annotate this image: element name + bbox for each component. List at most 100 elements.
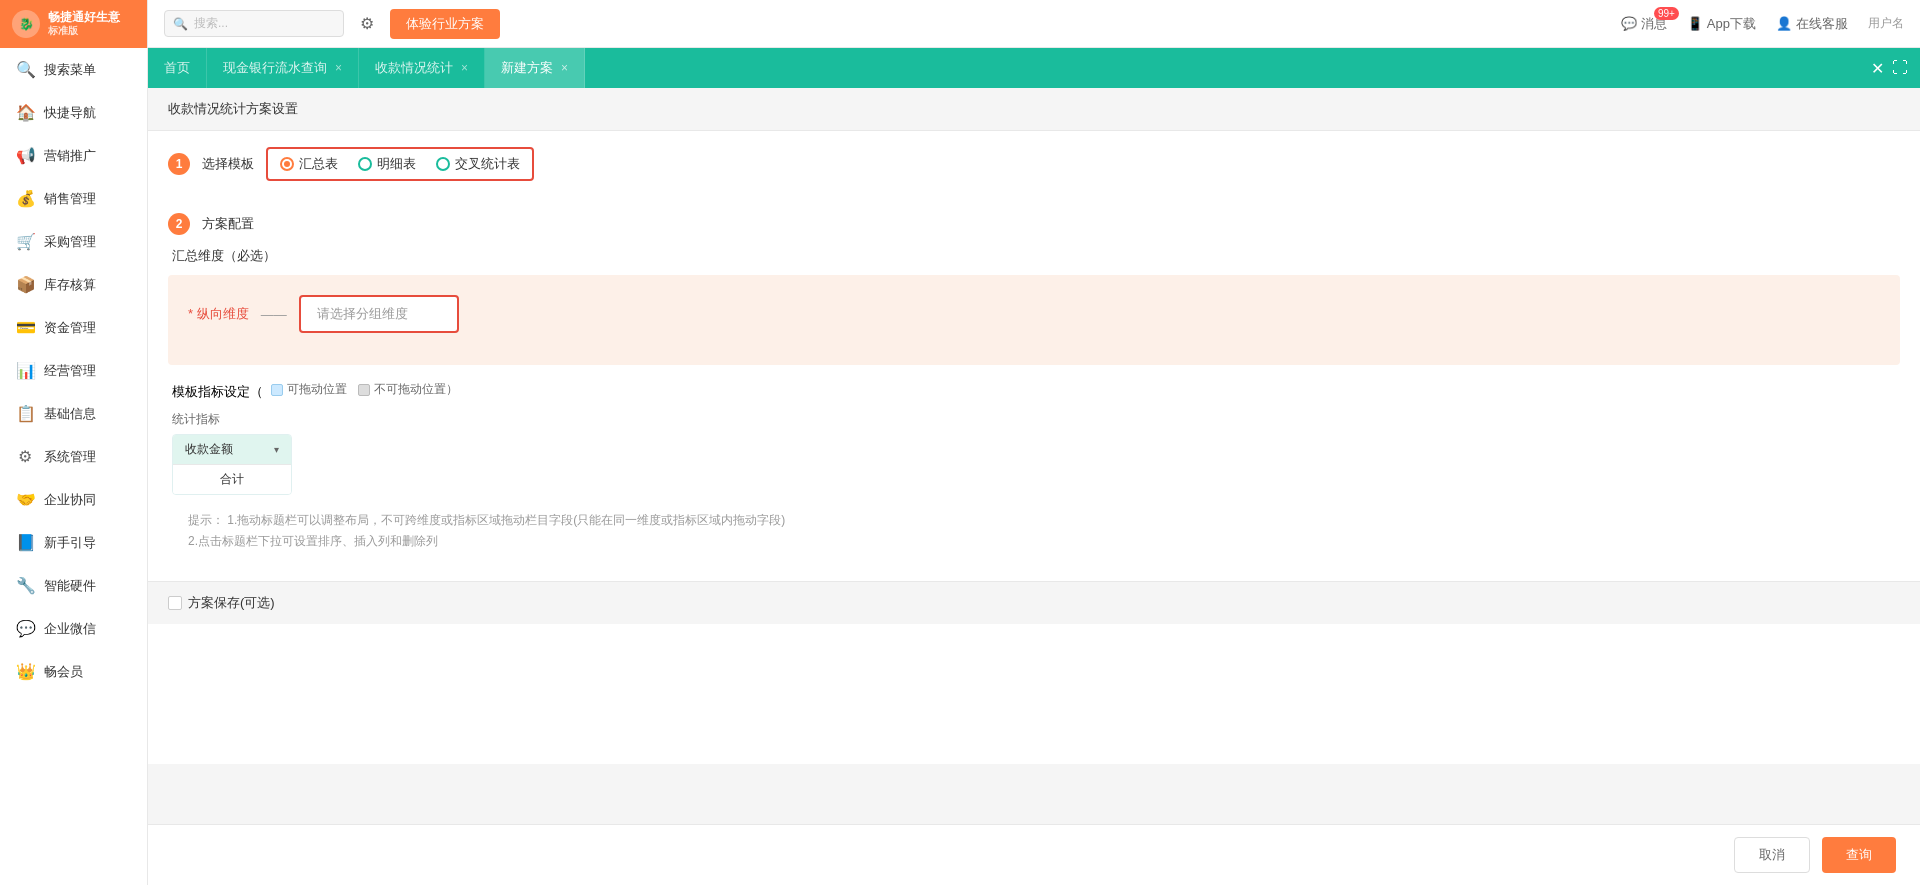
service-label: 在线客服 [1796,15,1848,33]
tab-stats[interactable]: 收款情况统计 × [359,48,485,88]
message-badge[interactable]: 💬 消息 99+ [1621,15,1667,33]
sidebar-label-system: 系统管理 [44,448,96,466]
sidebar-label-collab: 企业协同 [44,491,96,509]
checkbox-box [168,596,182,610]
tab-new-plan[interactable]: 新建方案 × [485,48,585,88]
service-icon: 👤 [1776,16,1792,31]
radio-cross[interactable]: 交叉统计表 [436,155,520,173]
radio-cross-label: 交叉统计表 [455,155,520,173]
search-input[interactable]: 🔍 搜索... [164,10,344,37]
hardware-icon: 🔧 [16,576,34,595]
sidebar-item-basic[interactable]: 📋 基础信息 [0,392,147,435]
content-area: 收款情况统计方案设置 1 选择模板 汇总表 明细表 [148,88,1920,824]
tab-bank[interactable]: 现金银行流水查询 × [207,48,359,88]
sidebar-item-hardware[interactable]: 🔧 智能硬件 [0,564,147,607]
tab-new-plan-label: 新建方案 [501,59,553,77]
sidebar-label-home: 快捷导航 [44,104,96,122]
metrics-area: 统计指标 收款金额 ▾ 合计 [168,411,1900,498]
tab-expand-icon[interactable]: ⛶ [1892,59,1908,77]
sidebar-item-member[interactable]: 👑 畅会员 [0,650,147,693]
member-icon: 👑 [16,662,34,681]
sidebar-item-inventory[interactable]: 📦 库存核算 [0,263,147,306]
sidebar-label-sales: 销售管理 [44,190,96,208]
search-icon: 🔍 [16,60,34,79]
template-radio-group: 汇总表 明细表 交叉统计表 [266,147,534,181]
dimension-select[interactable]: 请选择分组维度 [299,295,459,333]
sidebar-item-finance[interactable]: 💳 资金管理 [0,306,147,349]
step2-title-row: 2 方案配置 [168,213,1900,235]
home-icon: 🏠 [16,103,34,122]
sidebar-logo: 🐉 畅捷通好生意 标准版 [0,0,147,48]
tab-bank-label: 现金银行流水查询 [223,59,327,77]
non-draggable-indicator [358,384,370,396]
guide-icon: 📘 [16,533,34,552]
sidebar-item-system[interactable]: ⚙ 系统管理 [0,435,147,478]
sidebar-label-basic: 基础信息 [44,405,96,423]
sidebar-item-management[interactable]: 📊 经营管理 [0,349,147,392]
cancel-button[interactable]: 取消 [1734,837,1810,873]
tab-new-plan-close[interactable]: × [561,61,568,75]
settings-icon[interactable]: ⚙ [360,14,374,33]
chevron-down-icon: ▾ [274,444,279,455]
radio-detail-dot [358,157,372,171]
tab-bank-close[interactable]: × [335,61,342,75]
topbar-right: 💬 消息 99+ 📱 App下载 👤 在线客服 用户名 [1621,15,1904,33]
sidebar-item-search[interactable]: 🔍 搜索菜单 [0,48,147,91]
vertical-dim-label: * 纵向维度 [188,305,249,323]
sidebar-label-inventory: 库存核算 [44,276,96,294]
page-header: 收款情况统计方案设置 [148,88,1920,131]
tips-section: 提示： 1.拖动标题栏可以调整布局，不可跨维度或指标区域拖动栏目字段(只能在同一… [168,498,1900,565]
dimension-section-label: 汇总维度（必选） [168,247,1900,265]
action-bar: 取消 查询 [148,824,1920,885]
sidebar-item-wechat[interactable]: 💬 企业微信 [0,607,147,650]
footer-section: 方案保存(可选) [148,581,1920,624]
user-name: 用户名 [1868,15,1904,32]
sidebar-item-collab[interactable]: 🤝 企业协同 [0,478,147,521]
sidebar-item-purchase[interactable]: 🛒 采购管理 [0,220,147,263]
sidebar: 🐉 畅捷通好生意 标准版 🔍 搜索菜单 🏠 快捷导航 📢 营销推广 💰 销售管理… [0,0,148,885]
basic-icon: 📋 [16,404,34,423]
wechat-icon: 💬 [16,619,34,638]
metrics-cell-total: 合计 [173,464,291,494]
tab-home[interactable]: 首页 [148,48,207,88]
message-count: 99+ [1654,7,1679,20]
sales-icon: 💰 [16,189,34,208]
sidebar-item-home[interactable]: 🏠 快捷导航 [0,91,147,134]
step2-label: 方案配置 [202,215,254,233]
radio-summary[interactable]: 汇总表 [280,155,338,173]
metrics-toggle-disabled: 不可拖动位置） [358,381,458,398]
sidebar-label-finance: 资金管理 [44,319,96,337]
inventory-icon: 📦 [16,275,34,294]
tab-stats-close[interactable]: × [461,61,468,75]
online-service[interactable]: 👤 在线客服 [1776,15,1848,33]
step1-circle: 1 [168,153,190,175]
radio-detail-label: 明细表 [377,155,416,173]
topbar: 🔍 搜索... ⚙ 体验行业方案 💬 消息 99+ 📱 App下载 👤 在线客服… [148,0,1920,48]
sidebar-item-marketing[interactable]: 📢 营销推广 [0,134,147,177]
trial-button[interactable]: 体验行业方案 [390,9,500,39]
metrics-label-row: 模板指标设定（ 可拖动位置 不可拖动位置） [168,381,1900,401]
query-button[interactable]: 查询 [1822,837,1896,873]
finance-icon: 💳 [16,318,34,337]
sidebar-label-search: 搜索菜单 [44,61,96,79]
main-area: 🔍 搜索... ⚙ 体验行业方案 💬 消息 99+ 📱 App下载 👤 在线客服… [148,0,1920,885]
purchase-icon: 🛒 [16,232,34,251]
sidebar-label-hardware: 智能硬件 [44,577,96,595]
metrics-header[interactable]: 收款金额 ▾ [173,435,291,464]
metrics-label: 模板指标设定（ 可拖动位置 不可拖动位置） [172,381,462,401]
tab-stats-label: 收款情况统计 [375,59,453,77]
radio-summary-dot [280,157,294,171]
app-version: 标准版 [48,24,120,38]
app-download[interactable]: 📱 App下载 [1687,15,1756,33]
dimension-arrow: —— [261,307,287,322]
tabs-actions: ✕ ⛶ [1859,48,1920,88]
message-icon: 💬 [1621,16,1637,31]
app-name: 畅捷通好生意 [48,10,120,24]
sidebar-item-guide[interactable]: 📘 新手引导 [0,521,147,564]
radio-detail[interactable]: 明细表 [358,155,416,173]
sidebar-item-sales[interactable]: 💰 销售管理 [0,177,147,220]
page-title: 收款情况统计方案设置 [168,101,298,116]
tab-close-icon[interactable]: ✕ [1871,59,1884,78]
radio-cross-dot [436,157,450,171]
save-plan-checkbox[interactable]: 方案保存(可选) [168,594,275,612]
